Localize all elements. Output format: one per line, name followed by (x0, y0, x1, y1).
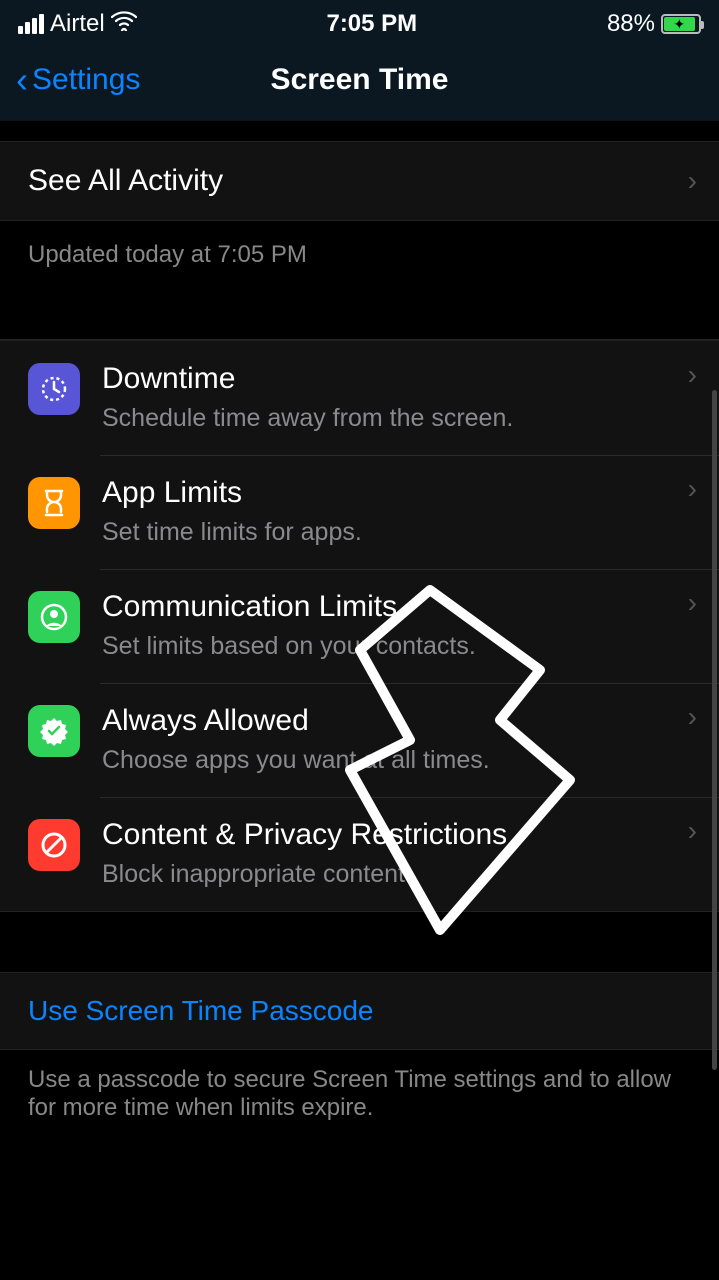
always-allowed-subtitle: Choose apps you want at all times. (102, 746, 688, 775)
app-limits-title: App Limits (102, 473, 688, 512)
back-label: Settings (32, 63, 140, 97)
carrier-label: Airtel (50, 10, 105, 38)
person-circle-icon (28, 591, 80, 643)
see-all-activity-label: See All Activity (28, 164, 223, 198)
no-entry-icon (28, 819, 80, 871)
activity-section: See All Activity › (0, 141, 719, 221)
use-passcode-label: Use Screen Time Passcode (28, 995, 374, 1027)
status-right: 88% ✦ (607, 10, 701, 38)
communication-limits-subtitle: Set limits based on your contacts. (102, 632, 688, 661)
updated-label: Updated today at 7:05 PM (0, 221, 719, 279)
battery-icon: ✦ (661, 14, 701, 34)
content-privacy-subtitle: Block inappropriate content. (102, 860, 688, 889)
back-button[interactable]: ‹ Settings (16, 62, 140, 98)
downtime-icon (28, 363, 80, 415)
chevron-right-icon: › (688, 701, 697, 733)
status-bar: Airtel 7:05 PM 88% ✦ (0, 0, 719, 44)
status-time: 7:05 PM (326, 10, 417, 38)
nav-bar: ‹ Settings Screen Time (0, 44, 719, 121)
chevron-right-icon: › (688, 359, 697, 391)
wifi-icon (111, 10, 137, 38)
chevron-right-icon: › (688, 165, 697, 197)
app-limits-subtitle: Set time limits for apps. (102, 518, 688, 547)
use-passcode-row[interactable]: Use Screen Time Passcode (0, 973, 719, 1049)
chevron-right-icon: › (688, 473, 697, 505)
app-limits-row[interactable]: App Limits Set time limits for apps. › (0, 455, 719, 569)
battery-percent: 88% (607, 10, 655, 38)
communication-limits-title: Communication Limits (102, 587, 688, 626)
downtime-row[interactable]: Downtime Schedule time away from the scr… (0, 340, 719, 455)
checkmark-seal-icon (28, 705, 80, 757)
content-privacy-row[interactable]: Content & Privacy Restrictions Block ina… (0, 797, 719, 911)
chevron-right-icon: › (688, 587, 697, 619)
passcode-section: Use Screen Time Passcode (0, 972, 719, 1050)
content-privacy-title: Content & Privacy Restrictions (102, 815, 688, 854)
chevron-left-icon: ‹ (16, 62, 28, 98)
hourglass-icon (28, 477, 80, 529)
see-all-activity-row[interactable]: See All Activity › (0, 141, 719, 221)
signal-icon (18, 14, 44, 34)
passcode-footer: Use a passcode to secure Screen Time set… (0, 1050, 719, 1152)
chevron-right-icon: › (688, 815, 697, 847)
scrollbar[interactable] (712, 390, 717, 1070)
downtime-subtitle: Schedule time away from the screen. (102, 404, 688, 433)
communication-limits-row[interactable]: Communication Limits Set limits based on… (0, 569, 719, 683)
screen-time-options: Downtime Schedule time away from the scr… (0, 339, 719, 912)
always-allowed-row[interactable]: Always Allowed Choose apps you want at a… (0, 683, 719, 797)
page-title: Screen Time (271, 63, 449, 97)
status-left: Airtel (18, 10, 137, 38)
downtime-title: Downtime (102, 359, 688, 398)
always-allowed-title: Always Allowed (102, 701, 688, 740)
